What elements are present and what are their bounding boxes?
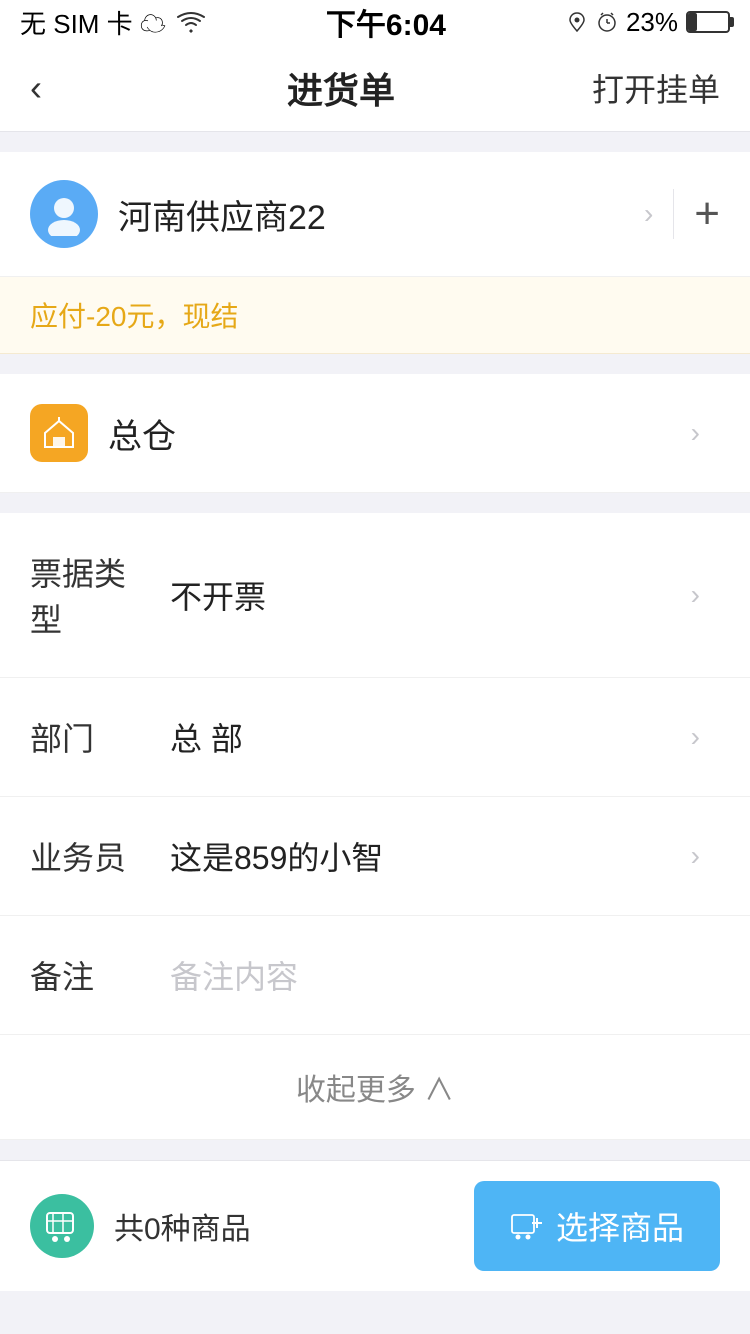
status-right: 23% <box>566 7 730 38</box>
section-gap-2 <box>0 354 750 374</box>
battery-icon <box>686 11 730 33</box>
warehouse-card: 总仓 › <box>0 374 750 493</box>
form-card: 票据类型 不开票 › 部门 总 部 › 业务员 这是859的小智 › 备注 备注… <box>0 513 750 1140</box>
section-gap-1 <box>0 132 750 152</box>
wifi-icon <box>176 11 206 33</box>
notes-label: 备注 <box>30 952 150 998</box>
salesperson-chevron: › <box>691 840 700 872</box>
status-time: 下午6:04 <box>326 0 446 44</box>
supplier-row[interactable]: 河南供应商22 › + <box>0 152 750 277</box>
department-value: 总 部 <box>170 714 691 760</box>
department-chevron: › <box>691 721 700 753</box>
select-product-label: 选择商品 <box>556 1203 684 1249</box>
department-row[interactable]: 部门 总 部 › <box>0 678 750 797</box>
cart-icon <box>43 1207 81 1245</box>
battery-percent: 23% <box>626 7 678 38</box>
product-count-icon <box>30 1194 94 1258</box>
ticket-type-label: 票据类型 <box>30 549 150 641</box>
supplier-name: 河南供应商22 <box>118 190 644 239</box>
supplier-chevron: › <box>644 198 653 230</box>
house-icon <box>41 415 77 451</box>
status-bar: 无 SIM 卡 ☁ 下午6:04 23% <box>0 0 750 44</box>
notice-bar: 应付-20元，现结 <box>0 277 750 354</box>
warehouse-row[interactable]: 总仓 › <box>0 374 750 493</box>
salesperson-row[interactable]: 业务员 这是859的小智 › <box>0 797 750 916</box>
section-gap-3 <box>0 493 750 513</box>
back-button[interactable]: ‹ <box>30 67 90 109</box>
sim-status: 无 SIM 卡 ☁ <box>20 4 166 41</box>
department-label: 部门 <box>30 714 150 760</box>
notes-row[interactable]: 备注 备注内容 <box>0 916 750 1035</box>
salesperson-value: 这是859的小智 <box>170 833 691 879</box>
warehouse-label: 总仓 <box>108 409 691 458</box>
product-count-text: 共0种商品 <box>114 1204 454 1248</box>
select-product-button[interactable]: 选择商品 <box>474 1181 720 1271</box>
nav-bar: ‹ 进货单 打开挂单 <box>0 44 750 132</box>
page-title: 进货单 <box>287 62 395 114</box>
ticket-type-chevron: › <box>691 579 700 611</box>
collapse-button[interactable]: 收起更多 ∧ <box>0 1035 750 1140</box>
ticket-type-value: 不开票 <box>170 572 691 618</box>
notes-placeholder: 备注内容 <box>170 952 720 998</box>
add-cart-icon <box>510 1209 544 1243</box>
alarm-icon <box>596 11 618 33</box>
bottom-toolbar: 共0种商品 选择商品 <box>0 1160 750 1291</box>
warehouse-chevron: › <box>691 417 700 449</box>
open-pending-button[interactable]: 打开挂单 <box>592 65 720 111</box>
status-left: 无 SIM 卡 ☁ <box>20 4 206 41</box>
location-icon <box>566 11 588 33</box>
collapse-label: 收起更多 ∧ <box>296 1065 454 1109</box>
add-button[interactable]: + <box>694 192 720 236</box>
supplier-card: 河南供应商22 › + 应付-20元，现结 <box>0 152 750 354</box>
divider-v <box>673 189 674 239</box>
person-icon <box>42 192 86 236</box>
salesperson-label: 业务员 <box>30 833 150 879</box>
warehouse-icon-bg <box>30 404 88 462</box>
ticket-type-row[interactable]: 票据类型 不开票 › <box>0 513 750 678</box>
supplier-avatar <box>30 180 98 248</box>
